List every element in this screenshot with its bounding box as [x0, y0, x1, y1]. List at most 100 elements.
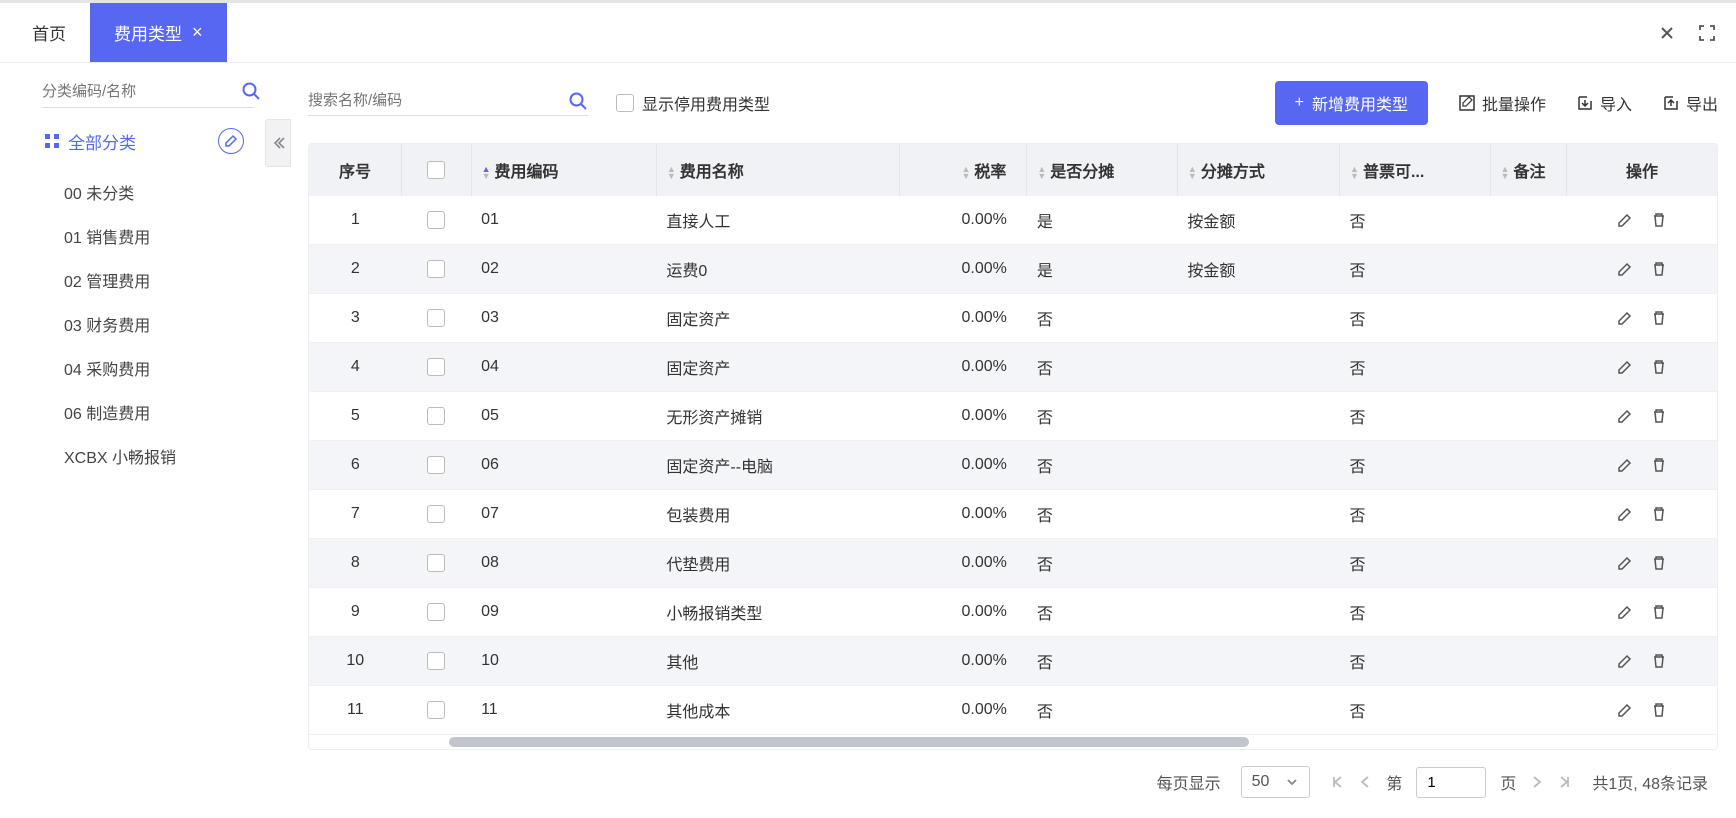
- tab-expense-type[interactable]: 费用类型 ×: [90, 3, 227, 62]
- sidebar-item[interactable]: 00 未分类: [0, 170, 290, 214]
- sidebar-item[interactable]: 04 采购费用: [0, 346, 290, 390]
- sidebar-item[interactable]: 03 财务费用: [0, 302, 290, 346]
- sidebar-search-input[interactable]: [42, 83, 241, 100]
- edit-row-button[interactable]: [1617, 408, 1633, 424]
- cell-checkbox[interactable]: [402, 441, 471, 490]
- delete-row-button[interactable]: [1651, 702, 1667, 718]
- edit-row-button[interactable]: [1617, 555, 1633, 571]
- th-name[interactable]: ▲▼费用名称: [656, 144, 899, 196]
- delete-row-button[interactable]: [1651, 310, 1667, 326]
- delete-row-button[interactable]: [1651, 359, 1667, 375]
- delete-row-button[interactable]: [1651, 261, 1667, 277]
- edit-row-button[interactable]: [1617, 261, 1633, 277]
- cell-checkbox[interactable]: [402, 294, 471, 343]
- cell-method: 按金额: [1177, 196, 1339, 245]
- delete-row-button[interactable]: [1651, 408, 1667, 424]
- delete-row-button[interactable]: [1651, 212, 1667, 228]
- delete-row-button[interactable]: [1651, 653, 1667, 669]
- checkbox-icon: [427, 309, 445, 327]
- toolbar: 显示停用费用类型 + 新增费用类型 批量操作 导入 导出: [308, 81, 1718, 125]
- cell-remark: [1490, 392, 1566, 441]
- cell-checkbox[interactable]: [402, 245, 471, 294]
- edit-category-button[interactable]: [218, 128, 244, 154]
- cell-method: [1177, 343, 1339, 392]
- th-remark[interactable]: ▲▼备注: [1490, 144, 1566, 196]
- search-input[interactable]: [308, 92, 568, 109]
- edit-row-button[interactable]: [1617, 506, 1633, 522]
- cell-name: 固定资产--电脑: [656, 441, 899, 490]
- cell-checkbox[interactable]: [402, 539, 471, 588]
- cell-op: [1566, 637, 1717, 686]
- first-page-button[interactable]: [1330, 775, 1344, 789]
- fullscreen-icon[interactable]: [1696, 22, 1718, 44]
- cell-remark: [1490, 441, 1566, 490]
- page-suffix: 页: [1500, 770, 1516, 794]
- show-disabled-checkbox[interactable]: 显示停用费用类型: [616, 91, 770, 115]
- next-page-button[interactable]: [1530, 775, 1544, 789]
- cell-rate: 0.00%: [900, 343, 1027, 392]
- delete-row-button[interactable]: [1651, 555, 1667, 571]
- cell-name: 固定资产: [656, 294, 899, 343]
- search-icon[interactable]: [568, 91, 588, 111]
- scrollbar-thumb[interactable]: [449, 737, 1249, 747]
- th-method[interactable]: ▲▼分摊方式: [1177, 144, 1339, 196]
- cell-checkbox[interactable]: [402, 686, 471, 735]
- cell-checkbox[interactable]: [402, 588, 471, 637]
- import-button[interactable]: 导入: [1576, 91, 1632, 115]
- cell-seq: 10: [309, 637, 402, 686]
- cell-method: [1177, 441, 1339, 490]
- cell-rate: 0.00%: [900, 196, 1027, 245]
- cell-code: 07: [471, 490, 656, 539]
- export-button[interactable]: 导出: [1662, 91, 1718, 115]
- cell-checkbox[interactable]: [402, 490, 471, 539]
- collapse-sidebar-button[interactable]: [265, 119, 291, 167]
- cell-checkbox[interactable]: [402, 196, 471, 245]
- edit-row-button[interactable]: [1617, 604, 1633, 620]
- delete-row-button[interactable]: [1651, 457, 1667, 473]
- cell-checkbox[interactable]: [402, 343, 471, 392]
- page-prefix: 第: [1386, 770, 1402, 794]
- edit-row-button[interactable]: [1617, 359, 1633, 375]
- cell-checkbox[interactable]: [402, 392, 471, 441]
- toolbar-search: [308, 91, 588, 116]
- horizontal-scrollbar[interactable]: [309, 735, 1717, 749]
- cell-method: [1177, 637, 1339, 686]
- per-page-select[interactable]: 50: [1241, 766, 1311, 798]
- close-all-icon[interactable]: [1656, 22, 1678, 44]
- cell-name: 运费0: [656, 245, 899, 294]
- edit-row-button[interactable]: [1617, 310, 1633, 326]
- edit-row-button[interactable]: [1617, 702, 1633, 718]
- edit-row-button[interactable]: [1617, 653, 1633, 669]
- th-alloc[interactable]: ▲▼是否分摊: [1027, 144, 1178, 196]
- sidebar-item[interactable]: XCBX 小畅报销: [0, 434, 290, 478]
- tab-home[interactable]: 首页: [8, 3, 90, 62]
- pagination-summary: 共1页, 48条记录: [1592, 770, 1708, 794]
- th-rate[interactable]: ▲▼税率: [900, 144, 1027, 196]
- cell-rate: 0.00%: [900, 294, 1027, 343]
- page-input[interactable]: [1416, 767, 1486, 798]
- sidebar-item[interactable]: 06 制造费用: [0, 390, 290, 434]
- sidebar-item[interactable]: 01 销售费用: [0, 214, 290, 258]
- search-icon[interactable]: [241, 81, 261, 101]
- th-code[interactable]: ▲▼费用编码: [471, 144, 656, 196]
- export-label: 导出: [1686, 91, 1718, 115]
- edit-row-button[interactable]: [1617, 457, 1633, 473]
- delete-row-button[interactable]: [1651, 604, 1667, 620]
- th-seq[interactable]: 序号: [309, 144, 402, 196]
- delete-row-button[interactable]: [1651, 506, 1667, 522]
- cell-checkbox[interactable]: [402, 637, 471, 686]
- cell-seq: 11: [309, 686, 402, 735]
- add-expense-type-button[interactable]: + 新增费用类型: [1275, 81, 1428, 125]
- sidebar-root[interactable]: 全部分类: [0, 120, 290, 162]
- cell-op: [1566, 441, 1717, 490]
- sidebar-item[interactable]: 02 管理费用: [0, 258, 290, 302]
- edit-row-button[interactable]: [1617, 212, 1633, 228]
- th-op: 操作: [1566, 144, 1717, 196]
- batch-action-button[interactable]: 批量操作: [1458, 91, 1546, 115]
- table-container: 序号 ▲▼费用编码 ▲▼费用名称 ▲▼税率 ▲▼是否分摊 ▲▼分摊方式 ▲▼普票…: [308, 143, 1718, 750]
- th-pupiao[interactable]: ▲▼普票可...: [1340, 144, 1491, 196]
- th-checkbox[interactable]: [402, 144, 471, 196]
- last-page-button[interactable]: [1558, 775, 1572, 789]
- close-icon[interactable]: ×: [192, 22, 203, 43]
- prev-page-button[interactable]: [1358, 775, 1372, 789]
